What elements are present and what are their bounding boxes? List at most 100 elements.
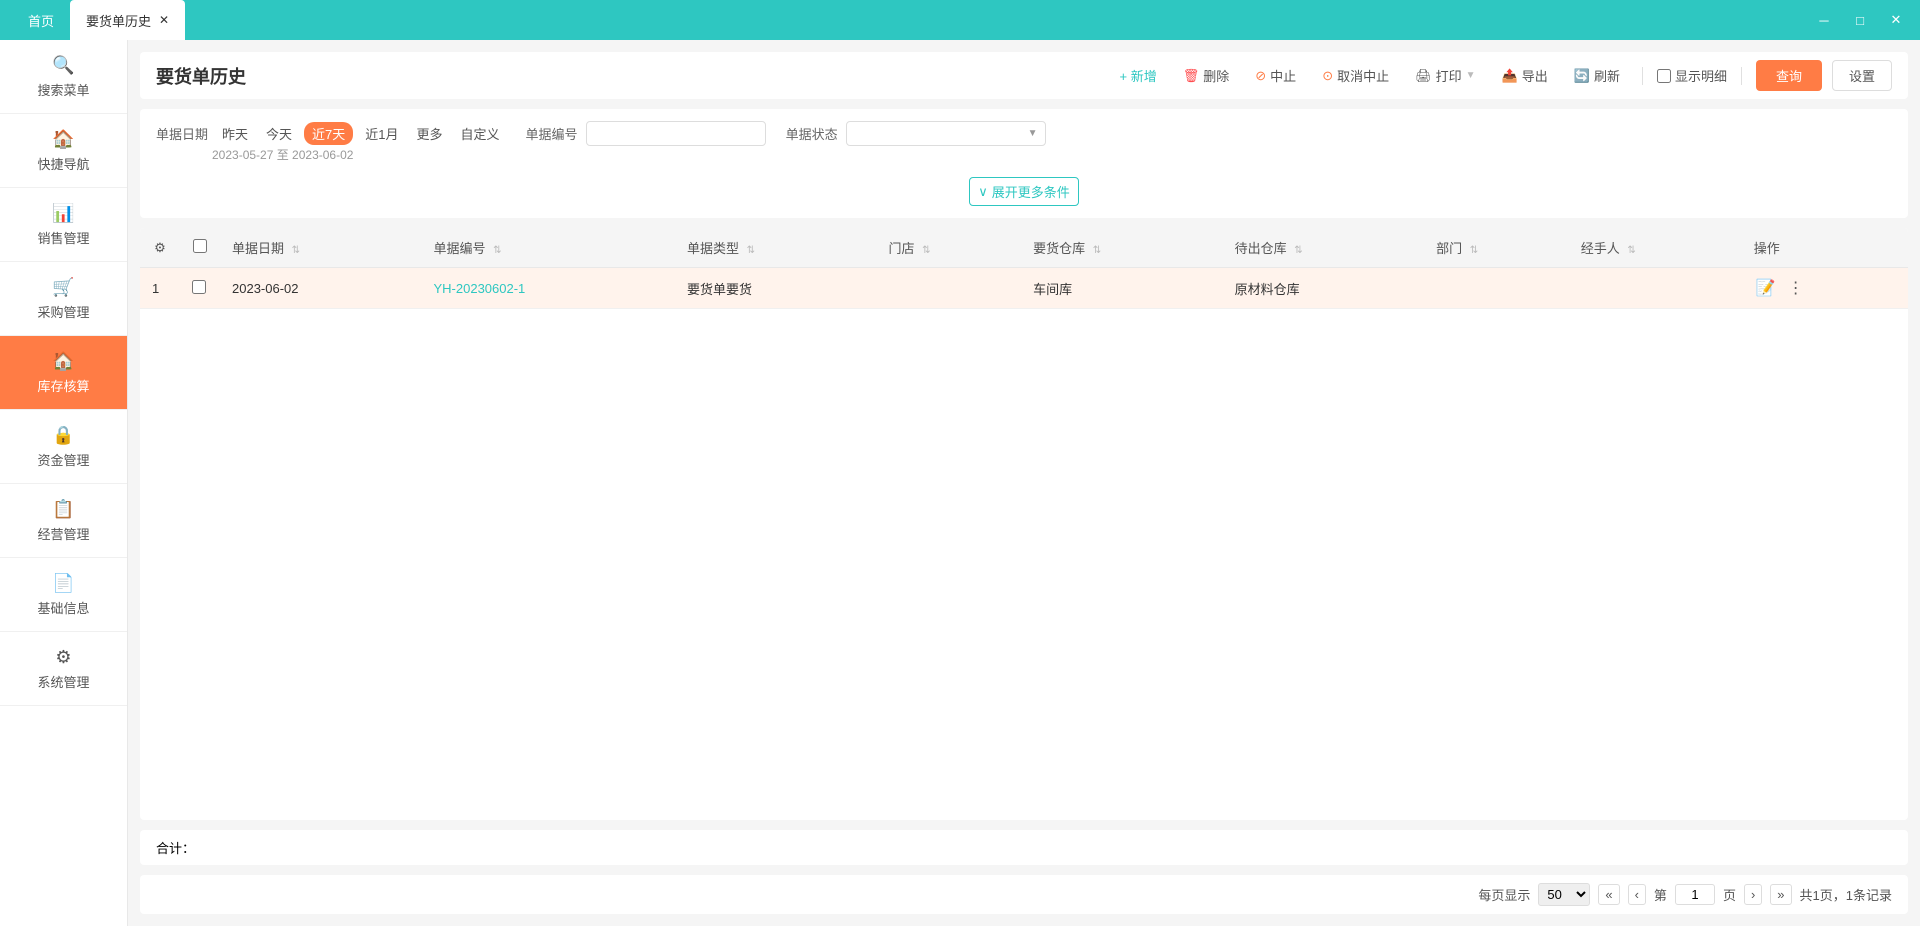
toolbar-divider2 bbox=[1741, 67, 1742, 85]
sort-order-no-icon[interactable]: ⇅ bbox=[493, 245, 501, 256]
minimize-button[interactable]: ─ bbox=[1812, 8, 1836, 32]
toolbar-divider bbox=[1642, 67, 1643, 85]
sidebar-item-quick-nav[interactable]: 🏠 快捷导航 bbox=[0, 114, 127, 188]
sort-pending-warehouse-icon[interactable]: ⇅ bbox=[1294, 245, 1302, 256]
sidebar-item-search-menu[interactable]: 🔍 搜索菜单 bbox=[0, 40, 127, 114]
first-page-button[interactable]: « bbox=[1598, 884, 1619, 905]
finance-icon: 🔒 bbox=[53, 424, 75, 446]
status-select-wrapper bbox=[846, 121, 1046, 146]
page-label: 页 bbox=[1723, 885, 1736, 904]
th-settings: ⚙ bbox=[140, 228, 180, 268]
export-button[interactable]: 📤 导出 bbox=[1494, 62, 1556, 89]
toolbar: + 新增 🗑 删除 ⊘ 中止 ⊙ 取消中止 🖨 打印 ▼ bbox=[1112, 60, 1892, 91]
table-header-row: ⚙ 单据日期 ⇅ 单据编号 ⇅ bbox=[140, 228, 1908, 268]
th-checkbox bbox=[180, 228, 220, 268]
th-department: 部门 ⇅ bbox=[1424, 228, 1569, 268]
select-all-checkbox[interactable] bbox=[193, 239, 207, 253]
edit-action-icon[interactable]: 📝 bbox=[1754, 276, 1778, 300]
content-area: 要货单历史 + 新增 🗑 删除 ⊘ 中止 ⊙ 取消中止 🖨 bbox=[128, 40, 1920, 926]
total-label: 合计： bbox=[156, 838, 195, 857]
sidebar-item-purchase-mgmt[interactable]: 🛒 采购管理 bbox=[0, 262, 127, 336]
shortcut-7days[interactable]: 近7天 bbox=[304, 122, 353, 145]
display-detail-input[interactable] bbox=[1657, 69, 1671, 83]
maximize-button[interactable]: □ bbox=[1848, 8, 1872, 32]
order-no-label: 单据编号 bbox=[526, 124, 578, 143]
order-no-input[interactable] bbox=[586, 121, 766, 146]
next-page-button[interactable]: › bbox=[1744, 884, 1762, 905]
purchase-icon: 🛒 bbox=[53, 276, 75, 298]
td-actions: 📝 ⋮ bbox=[1742, 268, 1908, 309]
sort-department-icon[interactable]: ⇅ bbox=[1470, 245, 1478, 256]
settings-icon[interactable]: ⚙ bbox=[154, 240, 166, 255]
display-detail-checkbox[interactable]: 显示明细 bbox=[1657, 66, 1727, 85]
status-label: 单据状态 bbox=[786, 124, 838, 143]
shortcut-today[interactable]: 今天 bbox=[260, 122, 298, 145]
footer-total: 合计： bbox=[140, 830, 1908, 865]
shortcut-more[interactable]: 更多 bbox=[411, 122, 449, 145]
last-page-button[interactable]: » bbox=[1770, 884, 1791, 905]
search-menu-icon: 🔍 bbox=[53, 54, 75, 76]
basic-info-icon: 📄 bbox=[53, 572, 75, 594]
stop-button[interactable]: ⊘ 中止 bbox=[1247, 62, 1304, 89]
close-window-button[interactable]: ✕ bbox=[1884, 8, 1908, 32]
operations-icon: 📋 bbox=[53, 498, 75, 520]
td-pending-warehouse: 原材料仓库 bbox=[1223, 268, 1425, 309]
sort-date-icon[interactable]: ⇅ bbox=[292, 245, 300, 256]
window-controls: ─ □ ✕ bbox=[1812, 8, 1908, 32]
shortcut-1month[interactable]: 近1月 bbox=[359, 122, 404, 145]
sidebar-item-system-mgmt[interactable]: ⚙ 系统管理 bbox=[0, 632, 127, 706]
td-order-no: YH-20230602-1 bbox=[422, 268, 676, 309]
td-index: 1 bbox=[140, 268, 180, 309]
total-info: 共1页，1条记录 bbox=[1800, 885, 1892, 904]
sidebar-item-sales-mgmt[interactable]: 📊 销售管理 bbox=[0, 188, 127, 262]
th-handler: 经手人 ⇅ bbox=[1569, 228, 1742, 268]
sort-store-icon[interactable]: ⇅ bbox=[922, 245, 930, 256]
sort-order-type-icon[interactable]: ⇅ bbox=[747, 245, 755, 256]
filter-row-1: 单据日期 昨天 今天 近7天 近1月 更多 自定义 单据编号 bbox=[156, 121, 1892, 146]
new-button[interactable]: + 新增 bbox=[1112, 62, 1165, 89]
sidebar-item-inventory[interactable]: 🏠 库存核算 bbox=[0, 336, 127, 410]
cancel-stop-button[interactable]: ⊙ 取消中止 bbox=[1314, 62, 1397, 89]
expand-icon: ∨ bbox=[978, 184, 988, 200]
td-handler bbox=[1569, 268, 1742, 309]
expand-btn[interactable]: ∨ 展开更多条件 bbox=[969, 177, 1079, 206]
sales-icon: 📊 bbox=[53, 202, 75, 224]
th-req-warehouse: 要货仓库 ⇅ bbox=[1021, 228, 1223, 268]
sort-handler-icon[interactable]: ⇅ bbox=[1627, 245, 1635, 256]
expand-row: ∨ 展开更多条件 bbox=[156, 169, 1892, 206]
row-checkbox[interactable] bbox=[192, 280, 206, 294]
main-layout: 🔍 搜索菜单 🏠 快捷导航 📊 销售管理 🛒 采购管理 🏠 库存核算 🔒 资金管… bbox=[0, 40, 1920, 926]
th-order-no: 单据编号 ⇅ bbox=[422, 228, 676, 268]
td-req-warehouse: 车间库 bbox=[1021, 268, 1223, 309]
quick-nav-icon: 🏠 bbox=[53, 128, 75, 150]
table-head: ⚙ 单据日期 ⇅ 单据编号 ⇅ bbox=[140, 228, 1908, 268]
close-tab-icon[interactable]: ✕ bbox=[159, 13, 169, 27]
page-size-select[interactable]: 10 20 50 100 bbox=[1538, 883, 1590, 906]
delete-button[interactable]: 🗑 删除 bbox=[1175, 62, 1238, 89]
shortcut-custom[interactable]: 自定义 bbox=[455, 122, 506, 145]
more-action-icon[interactable]: ⋮ bbox=[1786, 276, 1806, 300]
date-range-display: 2023-05-27 至 2023-06-02 bbox=[156, 146, 1892, 163]
settings-button[interactable]: 设置 bbox=[1832, 60, 1892, 91]
order-no-link[interactable]: YH-20230602-1 bbox=[434, 281, 526, 296]
sidebar-item-operations-mgmt[interactable]: 📋 经营管理 bbox=[0, 484, 127, 558]
filter-area: 单据日期 昨天 今天 近7天 近1月 更多 自定义 单据编号 bbox=[140, 109, 1908, 218]
refresh-button[interactable]: 🔄 刷新 bbox=[1566, 62, 1628, 89]
tab-requisition-history[interactable]: 要货单历史 ✕ bbox=[70, 0, 185, 40]
prev-page-button[interactable]: ‹ bbox=[1628, 884, 1646, 905]
status-filter-group: 单据状态 bbox=[786, 121, 1046, 146]
td-store bbox=[877, 268, 1022, 309]
shortcut-yesterday[interactable]: 昨天 bbox=[216, 122, 254, 145]
sort-req-warehouse-icon[interactable]: ⇅ bbox=[1093, 245, 1101, 256]
page-input[interactable] bbox=[1675, 884, 1715, 905]
query-button[interactable]: 查询 bbox=[1756, 60, 1822, 91]
inventory-icon: 🏠 bbox=[53, 350, 75, 372]
sidebar-item-basic-info[interactable]: 📄 基础信息 bbox=[0, 558, 127, 632]
th-pending-warehouse: 待出仓库 ⇅ bbox=[1223, 228, 1425, 268]
page-jump-label: 第 bbox=[1654, 885, 1667, 904]
sidebar-item-finance-mgmt[interactable]: 🔒 资金管理 bbox=[0, 410, 127, 484]
td-order-type: 要货单要货 bbox=[675, 268, 877, 309]
status-select[interactable] bbox=[846, 121, 1046, 146]
print-button[interactable]: 🖨 打印 ▼ bbox=[1407, 62, 1483, 89]
tab-home[interactable]: 首页 bbox=[12, 0, 70, 40]
